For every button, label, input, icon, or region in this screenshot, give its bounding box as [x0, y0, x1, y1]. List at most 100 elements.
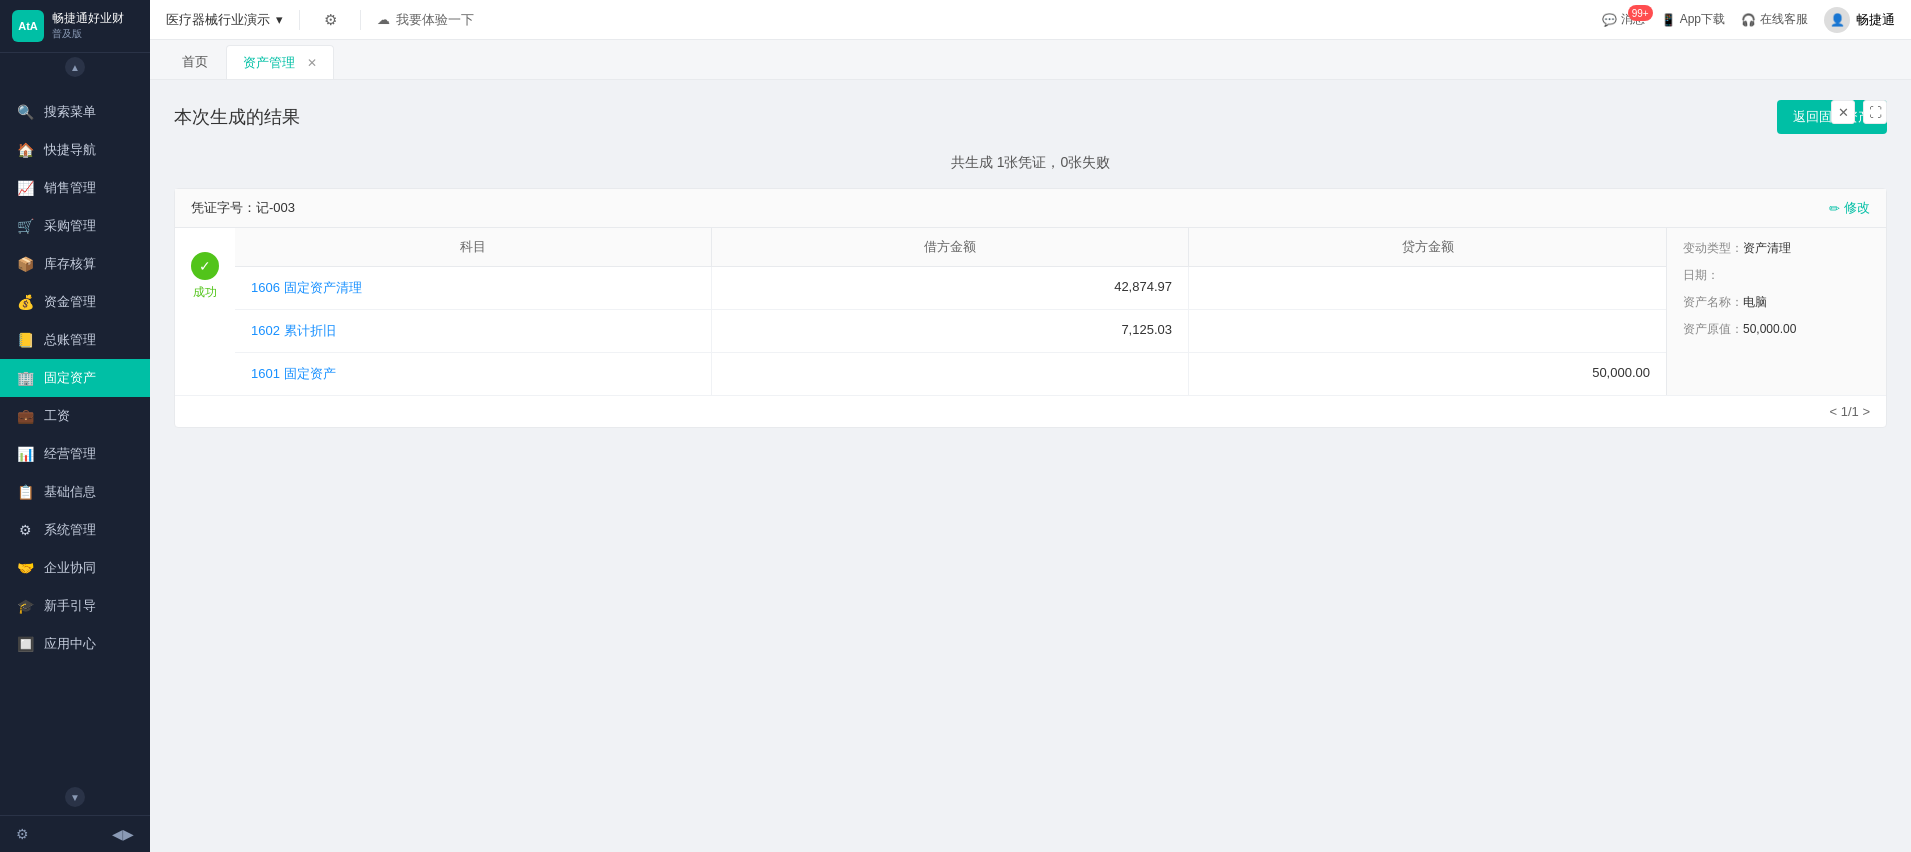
sidebar-item-system[interactable]: ⚙ 系统管理 [0, 511, 150, 549]
debit-1: 42,874.97 [712, 267, 1189, 309]
voucher-body: ✓ 成功 科目 借方金额 贷方金额 1606 固定资产清理 42,874.97 [175, 228, 1886, 395]
app-download-label: App下载 [1680, 11, 1725, 28]
online-service-label: 在线客服 [1760, 11, 1808, 28]
nav-label-fixed-assets: 固定资产 [44, 369, 96, 387]
nav-label-guide: 新手引导 [44, 597, 96, 615]
main-area: 医疗器械行业演示 ▾ ⚙ ☁ 我要体验一下 💬 消息 99+ 📱 App下载 🎧… [150, 0, 1911, 852]
account-1: 1606 固定资产清理 [235, 267, 712, 309]
logo-icon: AtA [12, 10, 44, 42]
tab-home-label: 首页 [182, 53, 208, 71]
nav-label-quick-nav: 快捷导航 [44, 141, 96, 159]
expand-icon: ⛶ [1869, 105, 1882, 120]
nav-label-apps: 应用中心 [44, 635, 96, 653]
avatar: 👤 [1824, 7, 1850, 33]
nav-icon-fixed-assets: 🏢 [16, 369, 34, 387]
app-download-icon: 📱 [1661, 13, 1676, 27]
voucher-number: 凭证字号：记-003 [191, 199, 295, 217]
experience-text: 我要体验一下 [396, 11, 474, 29]
credit-3: 50,000.00 [1189, 353, 1666, 395]
nav-label-system: 系统管理 [44, 521, 96, 539]
nav-icon-sales: 📈 [16, 179, 34, 197]
expand-panel-btn[interactable]: ⛶ [1863, 100, 1887, 124]
app-download-btn[interactable]: 📱 App下载 [1661, 11, 1725, 28]
message-btn[interactable]: 💬 消息 99+ [1602, 11, 1645, 28]
dropdown-icon: ▾ [276, 12, 283, 27]
info-date: 日期： [1683, 267, 1870, 284]
edit-voucher-btn[interactable]: ✏ 修改 [1829, 199, 1870, 217]
nav-label-inventory: 库存核算 [44, 255, 96, 273]
date-label: 日期： [1683, 267, 1743, 284]
tab-asset-mgmt[interactable]: 资产管理 ✕ [226, 45, 334, 79]
summary-text: 共生成 1张凭证，0张失败 [174, 154, 1887, 172]
sidebar-item-purchase[interactable]: 🛒 采购管理 [0, 207, 150, 245]
tab-home[interactable]: 首页 [166, 45, 224, 79]
tab-close-icon[interactable]: ✕ [307, 56, 317, 70]
sidebar-item-enterprise[interactable]: 🤝 企业协同 [0, 549, 150, 587]
nav-label-sales: 销售管理 [44, 179, 96, 197]
table-header: 科目 借方金额 贷方金额 [235, 228, 1666, 267]
nav-icon-quick-nav: 🏠 [16, 141, 34, 159]
settings-bottom-btn[interactable]: ⚙ [16, 826, 29, 842]
nav-label-payroll: 工资 [44, 407, 70, 425]
nav-icon-payroll: 💼 [16, 407, 34, 425]
col-debit: 借方金额 [712, 228, 1189, 266]
sidebar-item-quick-nav[interactable]: 🏠 快捷导航 [0, 131, 150, 169]
nav-label-enterprise: 企业协同 [44, 559, 96, 577]
success-icon: ✓ [191, 252, 219, 280]
account-3: 1601 固定资产 [235, 353, 712, 395]
sidebar-item-basics[interactable]: 📋 基础信息 [0, 473, 150, 511]
nav-label-ledger: 总账管理 [44, 331, 96, 349]
sidebar-scroll-up[interactable]: ▲ [0, 53, 150, 85]
sidebar-item-sales[interactable]: 📈 销售管理 [0, 169, 150, 207]
original-value-value: 50,000.00 [1743, 322, 1796, 336]
sidebar-item-search[interactable]: 🔍 搜索菜单 [0, 93, 150, 131]
sidebar-item-ledger[interactable]: 📒 总账管理 [0, 321, 150, 359]
topbar: 医疗器械行业演示 ▾ ⚙ ☁ 我要体验一下 💬 消息 99+ 📱 App下载 🎧… [150, 0, 1911, 40]
online-service-btn[interactable]: 🎧 在线客服 [1741, 11, 1808, 28]
content-area: ✕ ⛶ 本次生成的结果 返回固定资产 共生成 1张凭证，0张失败 凭证字号：记-… [150, 80, 1911, 852]
panel-controls: ✕ ⛶ [1831, 100, 1887, 124]
original-value-label: 资产原值： [1683, 321, 1743, 338]
info-change-type: 变动类型： 资产清理 [1683, 240, 1870, 257]
asset-name-label: 资产名称： [1683, 294, 1743, 311]
nav-label-basics: 基础信息 [44, 483, 96, 501]
nav-icon-ops: 📊 [16, 445, 34, 463]
nav-icon-ledger: 📒 [16, 331, 34, 349]
nav-label-search: 搜索菜单 [44, 103, 96, 121]
sidebar-item-inventory[interactable]: 📦 库存核算 [0, 245, 150, 283]
debit-2: 7,125.03 [712, 310, 1189, 352]
pagination-text[interactable]: < 1/1 > [1830, 404, 1870, 419]
close-panel-btn[interactable]: ✕ [1831, 100, 1855, 124]
sidebar-item-payroll[interactable]: 💼 工资 [0, 397, 150, 435]
nav-icon-basics: 📋 [16, 483, 34, 501]
sidebar-item-guide[interactable]: 🎓 新手引导 [0, 587, 150, 625]
credit-2 [1189, 310, 1666, 352]
sidebar-scroll-down[interactable]: ▼ [0, 783, 150, 815]
company-name: 医疗器械行业演示 [166, 11, 270, 29]
table-row: 1602 累计折旧 7,125.03 [235, 310, 1666, 353]
message-badge: 99+ [1628, 5, 1653, 21]
scroll-up-btn[interactable]: ▲ [65, 57, 85, 77]
nav-icon-system: ⚙ [16, 521, 34, 539]
user-menu[interactable]: 👤 畅捷通 [1824, 7, 1895, 33]
message-icon: 💬 [1602, 13, 1617, 27]
sidebar-item-ops[interactable]: 📊 经营管理 [0, 435, 150, 473]
sidebar-logo: AtA 畅捷通好业财 普及版 [0, 0, 150, 53]
online-service-icon: 🎧 [1741, 13, 1756, 27]
voucher-panel: 凭证字号：记-003 ✏ 修改 ✓ 成功 科目 借方金额 贷方金额 [174, 188, 1887, 428]
sidebar-item-finance[interactable]: 💰 资金管理 [0, 283, 150, 321]
voucher-header: 凭证字号：记-003 ✏ 修改 [175, 189, 1886, 228]
experience-btn[interactable]: ☁ 我要体验一下 [377, 11, 474, 29]
toggle-sidebar-btn[interactable]: ◀▶ [112, 826, 134, 842]
sidebar-item-apps[interactable]: 🔲 应用中心 [0, 625, 150, 663]
col-account: 科目 [235, 228, 712, 266]
app-name: 畅捷通好业财 [52, 11, 124, 27]
scroll-down-btn[interactable]: ▼ [65, 787, 85, 807]
topbar-settings-btn[interactable]: ⚙ [316, 6, 344, 34]
success-column: ✓ 成功 [175, 228, 235, 395]
table-row: 1601 固定资产 50,000.00 [235, 353, 1666, 395]
page-header: 本次生成的结果 返回固定资产 [174, 100, 1887, 134]
company-selector[interactable]: 医疗器械行业演示 ▾ [166, 11, 283, 29]
sidebar-item-fixed-assets[interactable]: 🏢 固定资产 [0, 359, 150, 397]
nav-icon-inventory: 📦 [16, 255, 34, 273]
